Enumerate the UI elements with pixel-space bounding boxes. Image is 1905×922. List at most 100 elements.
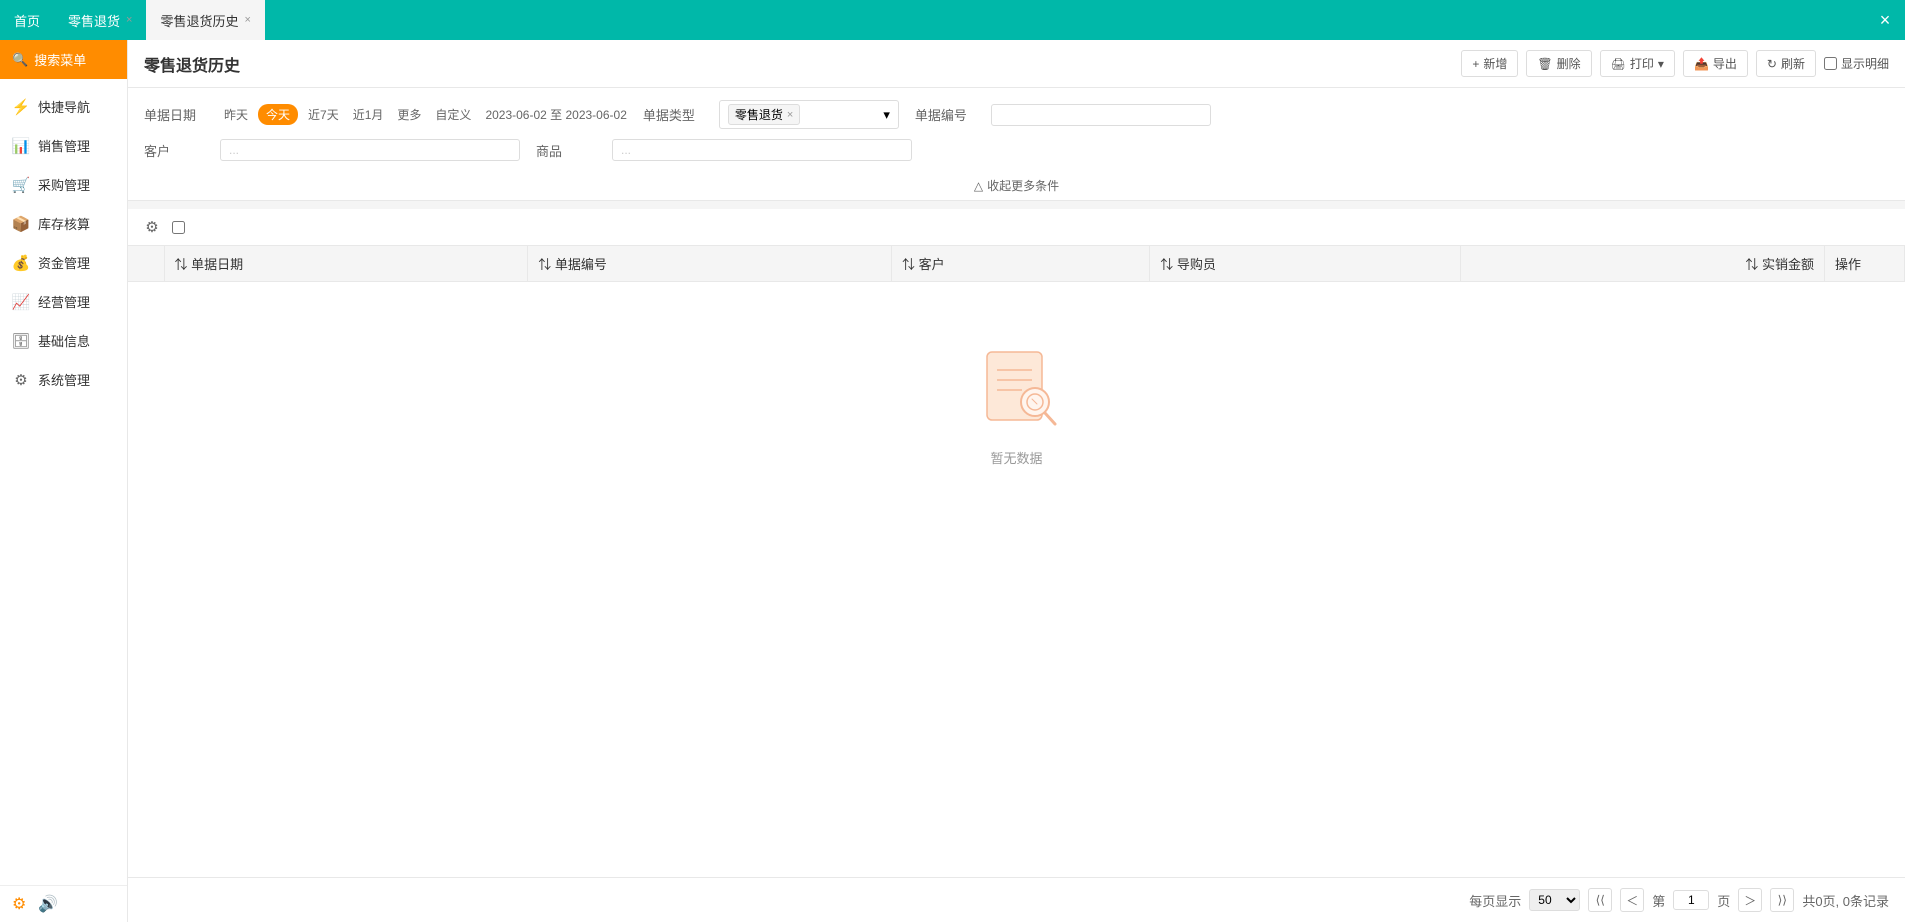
sidebar-search-label: 搜索菜单 [34,50,86,69]
tab-retail-return-close[interactable]: × [126,14,132,26]
collapse-label: 收起更多条件 [987,177,1059,194]
type-tag-remove[interactable]: × [787,109,793,121]
page-header: 零售退货历史 + 新增 🗑 删除 🖨 打印 ▾ 📤 导出 [128,40,1905,88]
tab-retail-return-label: 零售退货 [68,11,120,30]
new-button[interactable]: + 新增 [1461,50,1518,77]
th-customer-label: 客户 [919,257,945,272]
prev-page-button[interactable]: ＜ [1620,888,1644,912]
th-date-label: 单据日期 [191,257,243,272]
page-suffix: 页 [1717,891,1730,910]
data-table: ⇅ 单据日期 ⇅ 单据编号 ⇅ 客户 [128,246,1905,282]
first-page-button[interactable]: ⟨⟨ [1588,888,1612,912]
goods-filter-label: 商品 [536,141,596,160]
customer-placeholder: ... [229,143,239,157]
table-toolbar: ⚙ [128,209,1905,246]
sidebar-item-inventory-label: 库存核算 [38,214,90,233]
print-button-label: 打印 [1630,55,1654,72]
empty-icon [967,342,1067,432]
sidebar-item-operations[interactable]: 📈 经营管理 [0,282,127,321]
sidebar-audio-icon[interactable]: 🔊 [38,894,58,914]
sidebar-item-basic-info[interactable]: 🗄 基础信息 [0,321,127,360]
date-opt-yesterday[interactable]: 昨天 [220,104,252,125]
sidebar-item-sales-label: 销售管理 [38,136,90,155]
sidebar-item-system-label: 系统管理 [38,370,90,389]
refresh-button[interactable]: ↻ 刷新 [1756,50,1816,77]
th-date[interactable]: ⇅ 单据日期 [164,246,528,282]
th-checkbox [128,246,164,282]
inventory-icon: 📦 [12,215,30,233]
sidebar-item-purchase[interactable]: 🛒 采购管理 [0,165,127,204]
date-opt-7days[interactable]: 近7天 [304,104,343,125]
refresh-button-label: 刷新 [1781,55,1805,72]
sidebar: 🔍 搜索菜单 ⚡ 快捷导航 📊 销售管理 🛒 采购管理 📦 库存核算 💰 [0,40,128,922]
table-settings-icon[interactable]: ⚙ [140,215,164,239]
search-icon: 🔍 [12,52,28,68]
empty-state: 暂无数据 [128,282,1905,527]
customer-filter-label: 客户 [144,141,204,160]
select-all-checkbox[interactable] [172,221,185,234]
export-icon: 📤 [1694,57,1709,71]
sidebar-search[interactable]: 🔍 搜索菜单 [0,40,127,79]
goods-placeholder: ... [621,143,631,157]
th-number-sort: ⇅ [538,257,551,272]
sidebar-item-sales[interactable]: 📊 销售管理 [0,126,127,165]
tab-retail-return[interactable]: 零售退货 × [54,0,146,40]
sidebar-settings-icon[interactable]: ⚙ [12,894,26,914]
export-button-label: 导出 [1713,55,1737,72]
window-close-button[interactable]: × [1865,0,1905,40]
th-ops-label: 操作 [1835,257,1861,272]
layout: 🔍 搜索菜单 ⚡ 快捷导航 📊 销售管理 🛒 采购管理 📦 库存核算 💰 [0,40,1905,922]
date-opt-custom[interactable]: 自定义 [431,104,475,125]
date-opt-more[interactable]: 更多 [393,104,425,125]
th-amount-label: 实销金额 [1762,257,1814,272]
delete-icon: 🗑 [1537,57,1552,71]
th-amount-sort: ⇅ [1745,257,1758,272]
date-range-value: 2023-06-02 至 2023-06-02 [485,106,626,123]
system-icon: ⚙ [12,371,30,389]
date-opt-today[interactable]: 今天 [258,104,298,125]
sidebar-item-finance-label: 资金管理 [38,253,90,272]
th-customer-sort: ⇅ [902,257,915,272]
tab-retail-return-history-close[interactable]: × [244,14,250,26]
filter-row-1: 单据日期 昨天 今天 近7天 近1月 更多 自定义 2023-06-02 至 2… [144,100,1889,129]
per-page-label: 每页显示 [1469,891,1521,910]
filter-area: 单据日期 昨天 今天 近7天 近1月 更多 自定义 2023-06-02 至 2… [128,88,1905,201]
main-content: 零售退货历史 + 新增 🗑 删除 🖨 打印 ▾ 📤 导出 [128,40,1905,922]
next-page-button[interactable]: ＞ [1738,888,1762,912]
date-opt-1month[interactable]: 近1月 [349,104,388,125]
customer-filter-input[interactable]: ... [220,139,520,161]
th-date-sort: ⇅ [175,257,188,272]
table-header-row: ⇅ 单据日期 ⇅ 单据编号 ⇅ 客户 [128,246,1905,282]
tab-retail-return-history[interactable]: 零售退货历史 × [146,0,264,40]
th-customer[interactable]: ⇅ 客户 [891,246,1149,282]
last-page-button[interactable]: ⟩⟩ [1770,888,1794,912]
sidebar-item-purchase-label: 采购管理 [38,175,90,194]
goods-filter-input[interactable]: ... [612,139,912,161]
sidebar-item-basic-info-label: 基础信息 [38,331,90,350]
th-guide-label: 导购员 [1177,257,1216,272]
date-options: 昨天 今天 近7天 近1月 更多 自定义 2023-06-02 至 2023-0… [220,104,627,125]
sidebar-item-quicknav-label: 快捷导航 [38,97,90,116]
print-icon: 🖨 [1611,57,1626,71]
quicknav-icon: ⚡ [12,98,30,116]
export-button[interactable]: 📤 导出 [1683,50,1748,77]
per-page-select[interactable]: 20 50 100 [1529,889,1580,911]
sidebar-item-system[interactable]: ⚙ 系统管理 [0,360,127,399]
type-filter-label: 单据类型 [643,105,703,124]
display-detail-input[interactable] [1824,57,1837,70]
print-button[interactable]: 🖨 打印 ▾ [1600,50,1675,77]
th-amount[interactable]: ⇅ 实销金额 [1461,246,1825,282]
number-filter-input[interactable] [991,104,1211,126]
th-guide[interactable]: ⇅ 导购员 [1150,246,1461,282]
sidebar-item-quicknav[interactable]: ⚡ 快捷导航 [0,87,127,126]
tab-home[interactable]: 首页 [0,0,54,40]
display-detail-checkbox[interactable]: 显示明细 [1824,55,1889,72]
collapse-button[interactable]: △ 收起更多条件 [958,171,1075,200]
sidebar-item-finance[interactable]: 💰 资金管理 [0,243,127,282]
date-filter-label: 单据日期 [144,105,204,124]
type-selector[interactable]: 零售退货 × ▾ [719,100,899,129]
sidebar-item-inventory[interactable]: 📦 库存核算 [0,204,127,243]
th-number[interactable]: ⇅ 单据编号 [528,246,892,282]
delete-button[interactable]: 🗑 删除 [1526,50,1591,77]
page-input[interactable] [1673,890,1709,910]
